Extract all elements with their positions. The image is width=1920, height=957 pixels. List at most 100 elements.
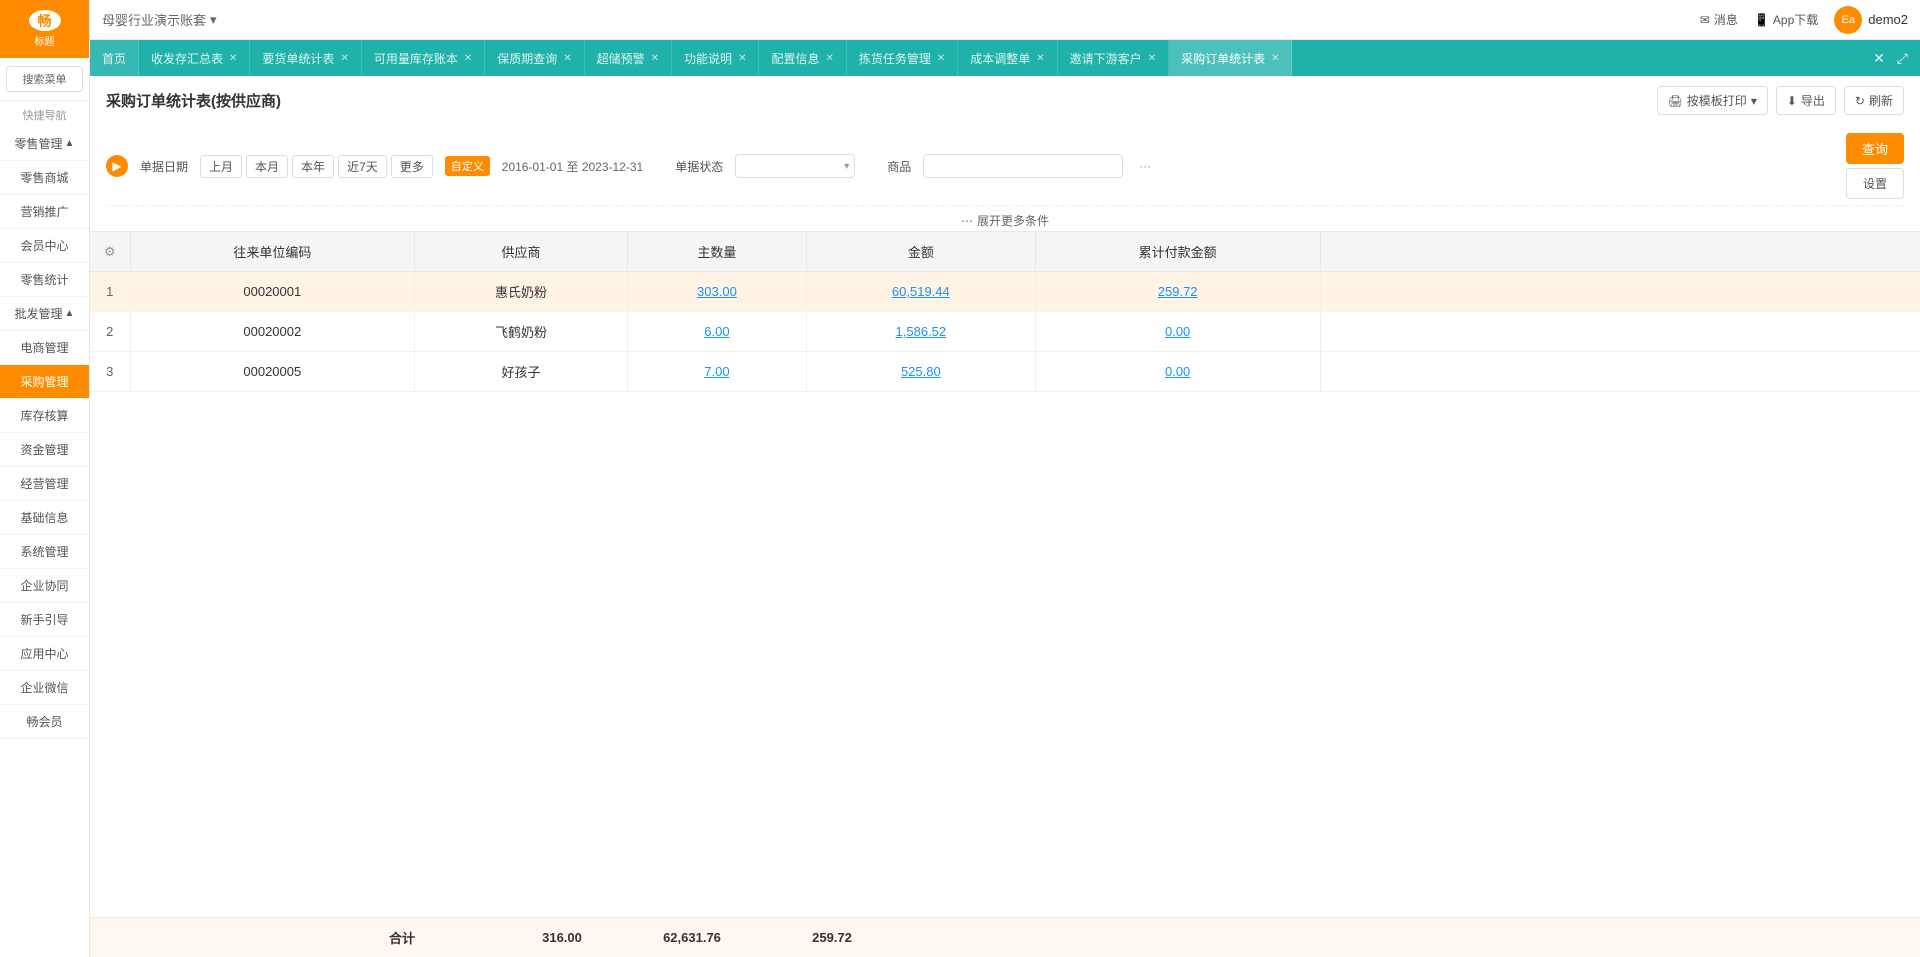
filter-row: ▶ 单据日期 上月 本月 本年 近7天 更多 自定义 2016-01-01 至 … <box>106 133 1904 199</box>
cell-paid[interactable]: 0.00 <box>1035 352 1320 392</box>
date-btn-last-month[interactable]: 上月 <box>200 155 242 178</box>
tab-overstock-warning-close[interactable]: ✕ <box>651 53 659 64</box>
sidebar-item-member[interactable]: 会员中心 <box>0 229 89 263</box>
col-supplier: 供应商 <box>415 232 628 272</box>
table-row[interactable]: 1 00020001 惠氏奶粉 303.00 60,519.44 259.72 <box>90 272 1920 312</box>
expand-more-filters[interactable]: ⋯ 展开更多条件 <box>106 205 1904 231</box>
tab-receive-summary-close[interactable]: ✕ <box>229 53 237 64</box>
sidebar-item-retail-stats[interactable]: 零售统计 <box>0 263 89 297</box>
sidebar-item-finance[interactable]: 资金管理 <box>0 433 89 467</box>
table-row[interactable]: 3 00020005 好孩子 7.00 525.80 0.00 <box>90 352 1920 392</box>
tab-invite-downstream-close[interactable]: ✕ <box>1148 53 1156 64</box>
sidebar-item-member2[interactable]: 畅会员 <box>0 705 89 739</box>
tab-close-all-button[interactable]: ✕ <box>1869 46 1889 71</box>
expand-down-icon: ⋯ <box>961 214 973 228</box>
sidebar-item-enterprise[interactable]: 企业协同 <box>0 569 89 603</box>
tab-purchase-order-summary-close[interactable]: ✕ <box>1271 53 1279 64</box>
tab-purchase-order-summary[interactable]: 采购订单统计表 ✕ <box>1169 40 1292 76</box>
tab-overstock-warning[interactable]: 超储预警 ✕ <box>585 40 672 76</box>
sidebar-item-retail[interactable]: 零售管理 ▲ <box>0 127 89 161</box>
cell-paid[interactable]: 0.00 <box>1035 312 1320 352</box>
tab-available-inventory-close[interactable]: ✕ <box>464 53 472 64</box>
sidebar-item-basic-info[interactable]: 基础信息 <box>0 501 89 535</box>
app-download-button[interactable]: 📱 App下载 <box>1754 11 1818 28</box>
template-print-button[interactable]: 🖨 按模板打印 ▾ <box>1657 86 1768 115</box>
topbar-left: 母婴行业演示账套 ▾ <box>102 10 217 29</box>
sidebar-item-inventory-label: 库存核算 <box>4 407 85 424</box>
tab-purchase-summary[interactable]: 要货单统计表 ✕ <box>250 40 361 76</box>
column-settings-icon[interactable]: ⚙ <box>104 244 116 259</box>
tab-warranty-query[interactable]: 保质期查询 ✕ <box>485 40 584 76</box>
sidebar-item-purchase[interactable]: 采购管理 <box>0 365 89 399</box>
sidebar-item-wholesale[interactable]: 批发管理 ▲ <box>0 297 89 331</box>
page-title: 采购订单统计表(按供应商) <box>106 90 281 111</box>
sidebar-item-retail-mall-label: 零售商城 <box>4 169 85 186</box>
tab-restore-button[interactable]: ⤢ <box>1893 46 1912 71</box>
col-qty: 主数量 <box>627 232 806 272</box>
logo-text: 标题 <box>35 33 55 48</box>
tab-pick-task[interactable]: 拣货任务管理 ✕ <box>847 40 958 76</box>
more-filters-icon[interactable]: ··· <box>1139 159 1151 173</box>
table-row[interactable]: 2 00020002 飞鹤奶粉 6.00 1,586.52 0.00 <box>90 312 1920 352</box>
cell-amount[interactable]: 60,519.44 <box>806 272 1035 312</box>
sidebar-item-newbie[interactable]: 新手引导 <box>0 603 89 637</box>
tab-config-info-close[interactable]: ✕ <box>825 53 833 64</box>
workspace-selector[interactable]: 母婴行业演示账套 ▾ <box>102 10 217 29</box>
export-button[interactable]: ⬇ 导出 <box>1776 86 1836 115</box>
sidebar-item-ecommerce-label: 电商管理 <box>4 339 85 356</box>
sidebar-item-system[interactable]: 系统管理 <box>0 535 89 569</box>
sidebar-item-operations-label: 经营管理 <box>4 475 85 492</box>
cell-amount[interactable]: 525.80 <box>806 352 1035 392</box>
sidebar-item-app-center[interactable]: 应用中心 <box>0 637 89 671</box>
tab-receive-summary[interactable]: 收发存汇总表 ✕ <box>139 40 250 76</box>
refresh-button[interactable]: ↻ 刷新 <box>1844 86 1904 115</box>
cell-amount[interactable]: 1,586.52 <box>806 312 1035 352</box>
date-btn-this-month[interactable]: 本月 <box>246 155 288 178</box>
tab-available-inventory[interactable]: 可用量库存账本 ✕ <box>362 40 485 76</box>
cell-seq: 1 <box>90 272 130 312</box>
sidebar-item-wechat[interactable]: 企业微信 <box>0 671 89 705</box>
tab-cost-adjust[interactable]: 成本调整单 ✕ <box>958 40 1057 76</box>
avatar-text: Ea <box>1842 14 1855 26</box>
date-btn-this-year[interactable]: 本年 <box>292 155 334 178</box>
cell-qty[interactable]: 303.00 <box>627 272 806 312</box>
tab-home[interactable]: 首页 <box>90 40 139 76</box>
tab-function-desc[interactable]: 功能说明 ✕ <box>672 40 759 76</box>
tab-available-inventory-label: 可用量库存账本 <box>374 50 458 67</box>
message-button[interactable]: ✉ 消息 <box>1700 11 1738 28</box>
col-extra <box>1320 232 1920 272</box>
tab-cost-adjust-close[interactable]: ✕ <box>1036 53 1044 64</box>
sidebar-item-retail-mall[interactable]: 零售商城 <box>0 161 89 195</box>
cell-paid[interactable]: 259.72 <box>1035 272 1320 312</box>
tab-pick-task-close[interactable]: ✕ <box>937 53 945 64</box>
workspace-name: 母婴行业演示账套 <box>102 10 206 29</box>
sidebar-item-member2-label: 畅会员 <box>4 713 85 730</box>
query-button[interactable]: 查询 <box>1846 133 1904 164</box>
tab-invite-downstream[interactable]: 邀请下游客户 ✕ <box>1058 40 1169 76</box>
tab-warranty-query-close[interactable]: ✕ <box>563 53 571 64</box>
date-range-display: 2016-01-01 至 2023-12-31 <box>502 158 643 175</box>
status-select[interactable]: 全部 待审核 已审核 已完成 <box>735 154 855 178</box>
sidebar-item-app-center-label: 应用中心 <box>4 645 85 662</box>
sidebar-item-operations[interactable]: 经营管理 <box>0 467 89 501</box>
footer-label: 合计 <box>302 928 502 947</box>
tab-function-desc-close[interactable]: ✕ <box>738 53 746 64</box>
cell-qty[interactable]: 7.00 <box>627 352 806 392</box>
settings-button[interactable]: 设置 <box>1846 168 1904 199</box>
filter-toggle-button[interactable]: ▶ <box>106 155 128 177</box>
date-btn-last-7-days[interactable]: 近7天 <box>338 155 387 178</box>
cell-seq: 2 <box>90 312 130 352</box>
sidebar-item-inventory[interactable]: 库存核算 <box>0 399 89 433</box>
user-profile[interactable]: Ea demo2 <box>1834 6 1908 34</box>
tab-config-info[interactable]: 配置信息 ✕ <box>759 40 846 76</box>
date-btn-more[interactable]: 更多 <box>391 155 433 178</box>
app-logo: 畅 标题 <box>0 0 89 58</box>
goods-filter-label: 商品 <box>887 158 911 175</box>
cell-qty[interactable]: 6.00 <box>627 312 806 352</box>
tab-purchase-summary-close[interactable]: ✕ <box>340 53 348 64</box>
col-code: 往来单位编码 <box>130 232 415 272</box>
search-menu-button[interactable]: 搜索菜单 <box>6 66 83 92</box>
sidebar-item-marketing[interactable]: 营销推广 <box>0 195 89 229</box>
sidebar-item-ecommerce[interactable]: 电商管理 <box>0 331 89 365</box>
goods-search-input[interactable] <box>923 154 1123 178</box>
